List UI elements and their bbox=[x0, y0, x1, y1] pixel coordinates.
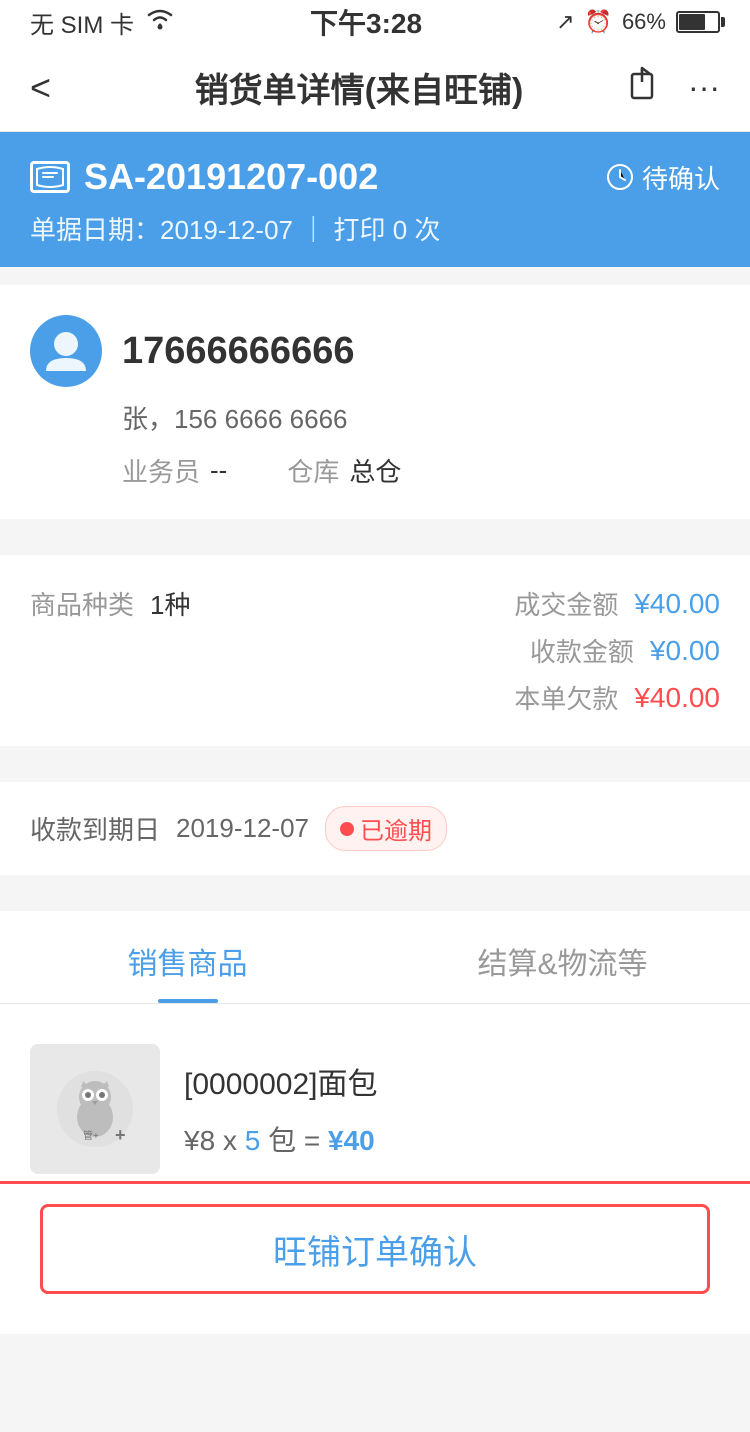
svg-text:+: + bbox=[115, 1125, 126, 1145]
balance-value: ¥40.00 bbox=[634, 682, 720, 714]
customer-section: 17666666666 张，156 6666 6666 业务员 -- 仓库 总仓 bbox=[0, 285, 750, 519]
divider-4 bbox=[0, 893, 750, 911]
confirm-order-button[interactable]: 旺铺订单确认 bbox=[40, 1204, 710, 1294]
overdue-badge: 已逾期 bbox=[325, 806, 447, 851]
product-type: 商品种类 1种 bbox=[30, 585, 190, 622]
carrier-text: 无 SIM 卡 bbox=[30, 5, 134, 40]
page-title: 销货单详情(来自旺铺) bbox=[195, 63, 524, 112]
order-date: 单据日期：2019-12-07 ｜ 打印 0 次 bbox=[30, 210, 720, 247]
equals-sign: = bbox=[304, 1125, 328, 1156]
wifi-icon bbox=[144, 7, 176, 38]
svg-text:管+: 管+ bbox=[83, 1129, 99, 1142]
product-unit: 包 bbox=[268, 1125, 296, 1156]
more-options-icon[interactable]: ··· bbox=[688, 69, 720, 106]
avatar bbox=[30, 315, 102, 387]
salesperson-label: 业务员 bbox=[122, 452, 200, 489]
product-price-row: ¥8 x 5 包 = ¥40 bbox=[184, 1119, 720, 1159]
product-name: [0000002]面包 bbox=[184, 1059, 720, 1103]
tab-sales-products[interactable]: 销售商品 bbox=[0, 911, 375, 1003]
product-thumbnail: + 管+ bbox=[30, 1044, 160, 1174]
product-price: ¥8 bbox=[184, 1125, 215, 1156]
location-icon: ↗ bbox=[556, 9, 574, 35]
bottom-bar: 旺铺订单确认 bbox=[0, 1181, 750, 1334]
order-header-banner: SA-20191207-002 待确认 单据日期：2019-12-07 ｜ 打印… bbox=[0, 132, 750, 267]
alarm-icon: ⏰ bbox=[585, 9, 612, 35]
battery-icon bbox=[676, 11, 720, 33]
payment-due-label: 收款到期日 bbox=[30, 810, 160, 847]
product-total: ¥40 bbox=[328, 1125, 375, 1156]
warehouse-label: 仓库 bbox=[287, 452, 339, 489]
status-time: 下午3:28 bbox=[310, 2, 422, 42]
product-info: [0000002]面包 ¥8 x 5 包 = ¥40 bbox=[184, 1059, 720, 1159]
divider-1 bbox=[0, 267, 750, 285]
balance-label: 本单欠款 bbox=[514, 679, 618, 716]
order-id: SA-20191207-002 bbox=[30, 156, 378, 198]
nav-bar: < 销货单详情(来自旺铺) ··· bbox=[0, 44, 750, 132]
status-left: 无 SIM 卡 bbox=[30, 5, 176, 40]
amount-summary: 成交金额 ¥40.00 收款金额 ¥0.00 本单欠款 ¥40.00 bbox=[514, 585, 720, 716]
order-status: 待确认 bbox=[606, 159, 720, 196]
customer-name: 张，156 6666 6666 bbox=[122, 399, 720, 436]
warehouse-value: 总仓 bbox=[349, 452, 401, 489]
order-icon bbox=[30, 161, 70, 193]
salesperson-value: -- bbox=[210, 455, 227, 486]
customer-meta: 业务员 -- 仓库 总仓 bbox=[122, 452, 720, 489]
product-image: + 管+ bbox=[55, 1069, 135, 1149]
nav-actions: ··· bbox=[628, 66, 720, 110]
payment-due-date: 2019-12-07 bbox=[176, 813, 309, 844]
status-right: ↗ ⏰ 66% bbox=[556, 9, 720, 35]
deal-amount-value: ¥40.00 bbox=[634, 588, 720, 620]
tab-settlement-logistics[interactable]: 结算&物流等 bbox=[375, 911, 750, 1003]
share-icon[interactable] bbox=[628, 66, 664, 110]
multiply-sign: x bbox=[223, 1125, 245, 1156]
divider-3 bbox=[0, 764, 750, 782]
tabs-section: 销售商品 结算&物流等 bbox=[0, 911, 750, 1004]
summary-section: 商品种类 1种 成交金额 ¥40.00 收款金额 ¥0.00 本单欠款 ¥40.… bbox=[0, 555, 750, 746]
battery-percent: 66% bbox=[622, 9, 666, 35]
product-qty: 5 bbox=[245, 1125, 261, 1156]
received-amount-label: 收款金额 bbox=[530, 632, 634, 669]
clock-icon bbox=[606, 163, 634, 191]
deal-amount-label: 成交金额 bbox=[514, 585, 618, 622]
status-bar: 无 SIM 卡 下午3:28 ↗ ⏰ 66% bbox=[0, 0, 750, 44]
tabs-row: 销售商品 结算&物流等 bbox=[0, 911, 750, 1004]
received-amount-value: ¥0.00 bbox=[650, 635, 720, 667]
payment-due-section: 收款到期日 2019-12-07 已逾期 bbox=[0, 782, 750, 875]
divider-2 bbox=[0, 537, 750, 555]
overdue-dot-icon bbox=[340, 822, 354, 836]
back-button[interactable]: < bbox=[30, 67, 90, 109]
customer-phone: 17666666666 bbox=[122, 330, 354, 373]
table-row: + 管+ [0000002]面包 ¥8 x 5 包 = ¥40 bbox=[30, 1024, 720, 1194]
